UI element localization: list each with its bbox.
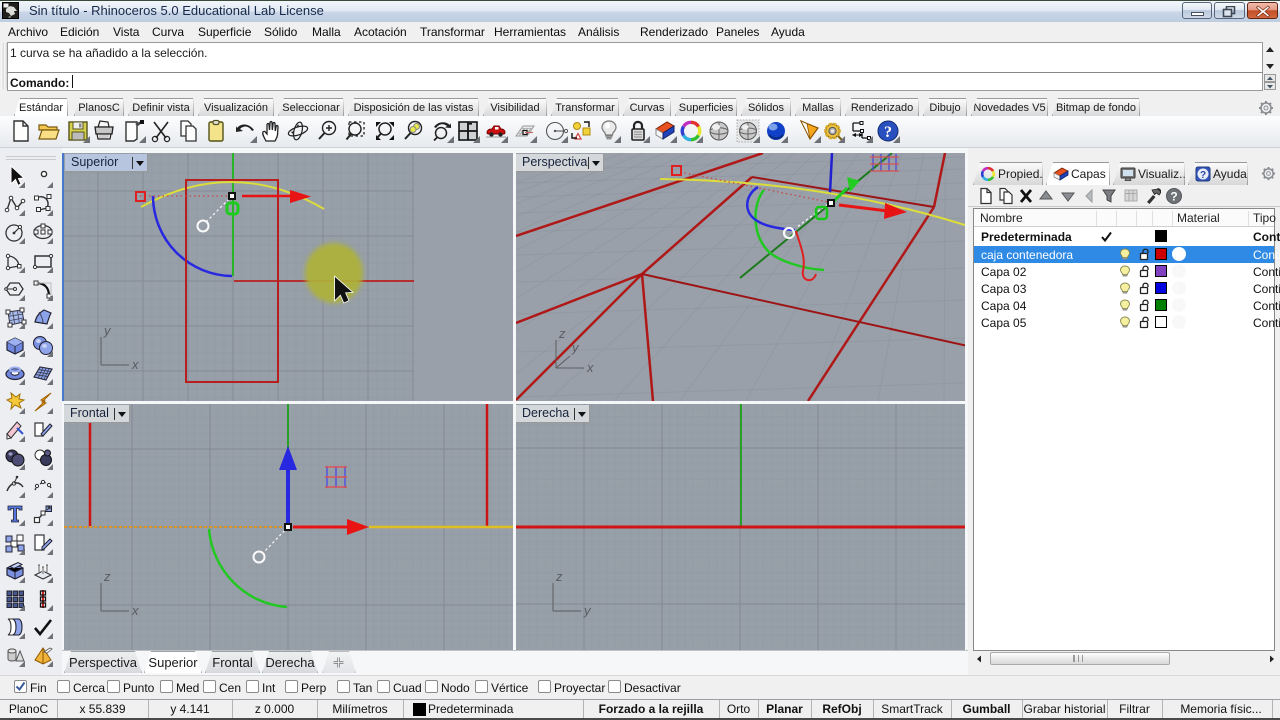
svg-text:?: ? (1170, 190, 1177, 204)
svg-text:?: ? (1200, 170, 1206, 181)
svg-text:?: ? (884, 124, 892, 141)
svg-text:z: z (103, 569, 111, 584)
svg-text:x: x (131, 357, 139, 372)
svg-text:z: z (558, 326, 566, 341)
svg-text:x: x (131, 603, 139, 618)
svg-text:x: x (586, 360, 594, 375)
svg-text:z: z (555, 569, 563, 584)
